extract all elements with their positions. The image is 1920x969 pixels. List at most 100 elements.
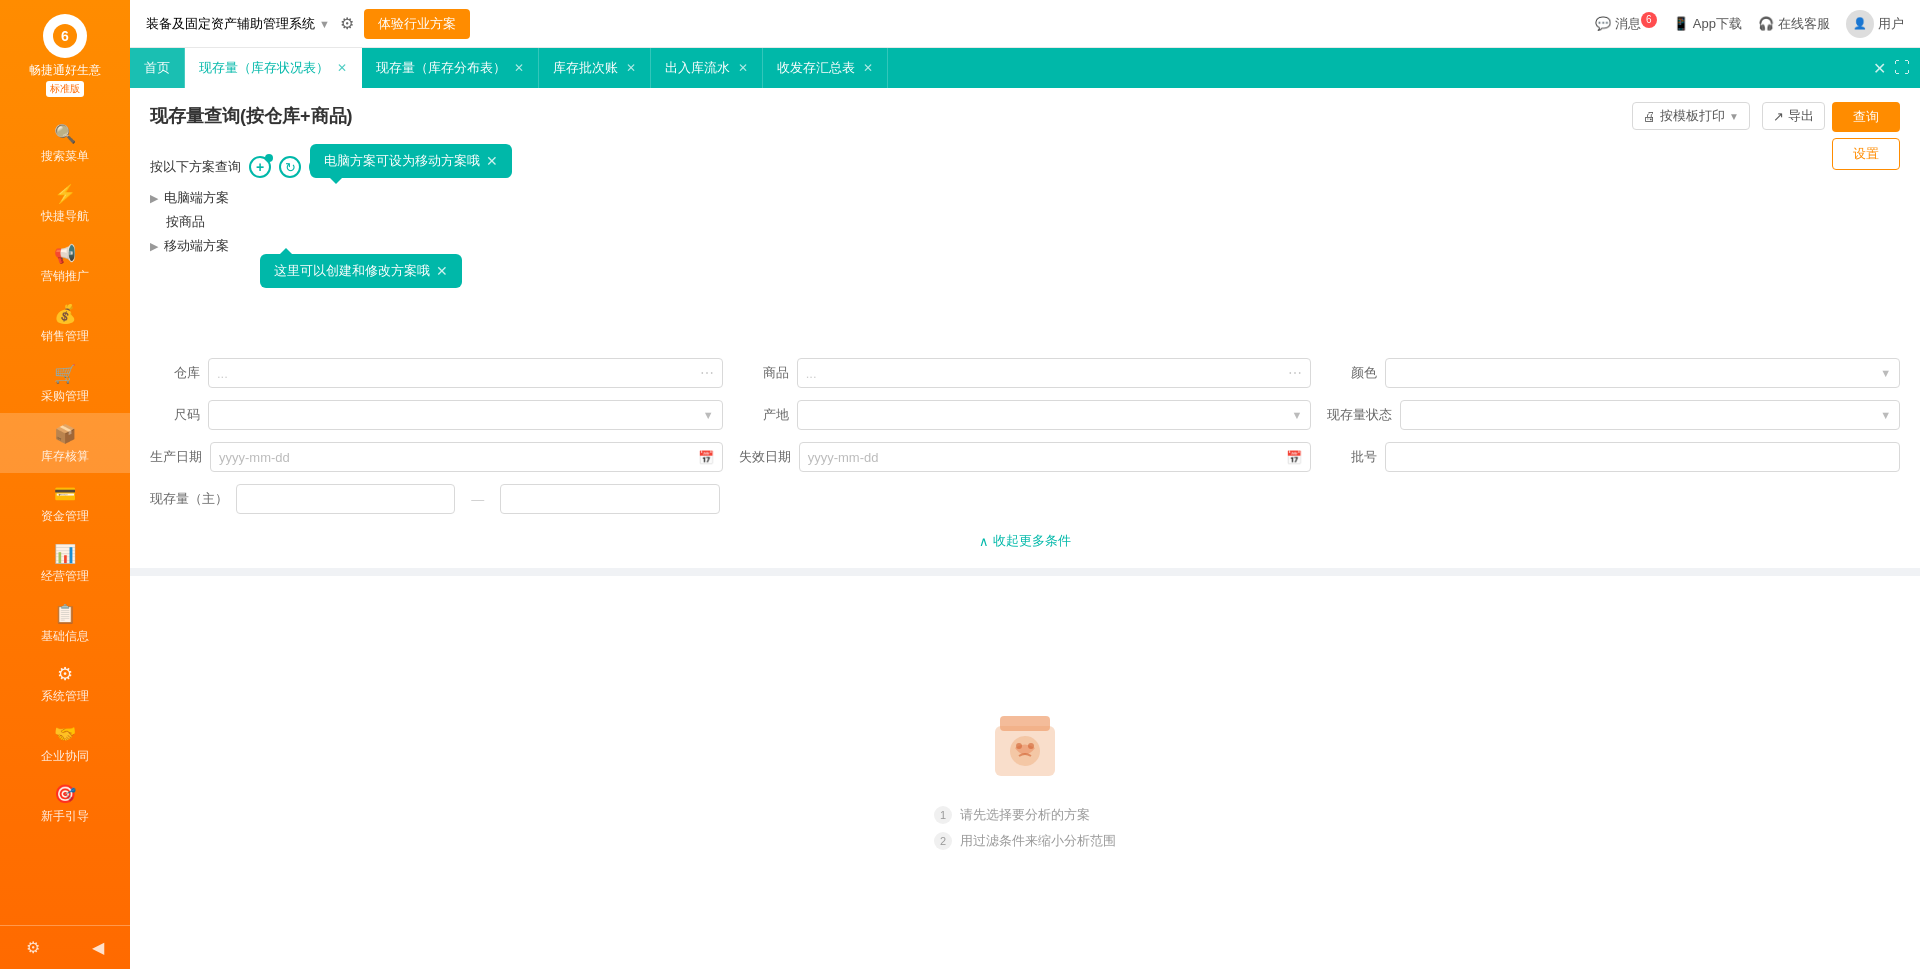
sidebar-item-quicknav[interactable]: ⚡ 快捷导航 xyxy=(0,173,130,233)
sidebar-item-guide[interactable]: 🎯 新手引导 xyxy=(0,773,130,833)
topbar: 装备及固定资产辅助管理系统 ▼ ⚙ 体验行业方案 💬 消息 6 📱 App下载 … xyxy=(130,0,1920,48)
sidebar-item-finance[interactable]: 💳 资金管理 xyxy=(0,473,130,533)
solution-button[interactable]: 体验行业方案 xyxy=(364,9,470,39)
sidebar-item-collab[interactable]: 🤝 企业协同 xyxy=(0,713,130,773)
product-value: ... xyxy=(806,366,817,381)
username-label: 用户 xyxy=(1878,15,1904,33)
sidebar-item-label: 快捷导航 xyxy=(41,208,89,225)
field-production-date: 生产日期 yyyy-mm-dd 📅 xyxy=(150,442,723,472)
reset-button[interactable]: 设置 xyxy=(1832,138,1900,170)
batch-input[interactable] xyxy=(1385,442,1900,472)
hint-num-2: 2 xyxy=(934,832,952,850)
collapse-icon[interactable]: ◀ xyxy=(92,938,104,957)
tabbar: 首页 现存量（库存状况表） ✕ 现存量（库存分布表） ✕ 库存批次账 ✕ 出入库… xyxy=(130,48,1920,88)
filter-fields: 仓库 ... ⋯ 商品 ... ⋯ 颜色 xyxy=(130,358,1920,568)
arrow-right-icon: ▶ xyxy=(150,192,158,205)
tab-inventory-status[interactable]: 现存量（库存状况表） ✕ xyxy=(185,48,362,88)
filter-row-4: 现存量（主） — xyxy=(150,484,1900,514)
expiry-date-label: 失效日期 xyxy=(739,448,791,466)
printer-icon: 🖨 xyxy=(1643,109,1656,124)
tab-home[interactable]: 首页 xyxy=(130,48,185,88)
scheme-group-desktop[interactable]: ▶ 电脑端方案 xyxy=(150,186,1900,210)
tab-close-icon[interactable]: ✕ xyxy=(337,61,347,75)
marketing-icon: 📢 xyxy=(54,243,76,265)
online-support-button[interactable]: 🎧 在线客服 xyxy=(1758,15,1830,33)
sidebar-item-marketing[interactable]: 📢 营销推广 xyxy=(0,233,130,293)
search-button[interactable]: 查询 xyxy=(1832,102,1900,132)
empty-hints: 1 请先选择要分析的方案 2 用过滤条件来缩小分析范围 xyxy=(934,806,1116,850)
dots-icon: ⋯ xyxy=(700,365,714,381)
tab-expand-icon[interactable]: ⛶ xyxy=(1894,59,1910,77)
export-label: 导出 xyxy=(1788,107,1814,125)
tab-inout-flow[interactable]: 出入库流水 ✕ xyxy=(651,48,763,88)
tab-batch[interactable]: 库存批次账 ✕ xyxy=(539,48,651,88)
svg-rect-3 xyxy=(1000,716,1050,731)
warehouse-value: ... xyxy=(217,366,228,381)
app-download-button[interactable]: 📱 App下载 xyxy=(1673,15,1742,33)
sidebar-item-sales[interactable]: 💰 销售管理 xyxy=(0,293,130,353)
tooltip-text: 电脑方案可设为移动方案哦 xyxy=(324,152,480,170)
batch-label: 批号 xyxy=(1327,448,1377,466)
notifications-button[interactable]: 💬 消息 6 xyxy=(1595,15,1657,33)
stock-status-select[interactable]: ▼ xyxy=(1400,400,1900,430)
field-batch: 批号 xyxy=(1327,442,1900,472)
app-badge: 标准版 xyxy=(46,81,84,97)
notification-icon: 💬 xyxy=(1595,16,1611,31)
scheme-tree: ▶ 电脑端方案 按商品 ▶ 移动端方案 xyxy=(150,186,1900,258)
settings-icon[interactable]: ⚙ xyxy=(26,938,40,957)
scheme-subitem: 按商品 xyxy=(150,210,1900,234)
svg-text:6: 6 xyxy=(61,28,69,44)
arrow-right-icon-mobile: ▶ xyxy=(150,240,158,253)
size-select[interactable]: ▼ xyxy=(208,400,723,430)
field-size: 尺码 ▼ xyxy=(150,400,723,430)
tooltip2-close-icon[interactable]: ✕ xyxy=(436,263,448,279)
expiry-date-input[interactable]: yyyy-mm-dd 📅 xyxy=(799,442,1312,472)
stock-qty-max-input[interactable] xyxy=(500,484,719,514)
filter-row-1: 仓库 ... ⋯ 商品 ... ⋯ 颜色 xyxy=(150,358,1900,388)
tooltip-close-icon[interactable]: ✕ xyxy=(486,153,498,169)
collapse-filter-button[interactable]: ∧ 收起更多条件 xyxy=(150,526,1900,562)
sidebar-item-basicinfo[interactable]: 📋 基础信息 xyxy=(0,593,130,653)
production-date-input[interactable]: yyyy-mm-dd 📅 xyxy=(210,442,723,472)
sidebar-item-system[interactable]: ⚙ 系统管理 xyxy=(0,653,130,713)
tab-close-icon[interactable]: ✕ xyxy=(514,61,524,75)
gear-icon[interactable]: ⚙ xyxy=(340,14,354,33)
range-separator: — xyxy=(463,492,492,507)
empty-hint-1: 1 请先选择要分析的方案 xyxy=(934,806,1116,824)
origin-select[interactable]: ▼ xyxy=(797,400,1312,430)
filter-sync-button[interactable]: ↻ xyxy=(279,156,301,178)
scheme-tooltip-1: 电脑方案可设为移动方案哦 ✕ xyxy=(310,144,512,178)
export-button[interactable]: ↗ 导出 xyxy=(1762,102,1825,130)
system-name: 装备及固定资产辅助管理系统 xyxy=(146,15,315,33)
topbar-right: 💬 消息 6 📱 App下载 🎧 在线客服 👤 用户 xyxy=(1595,10,1904,38)
tab-close-icon[interactable]: ✕ xyxy=(863,61,873,75)
filter-label-area: 按以下方案查询 + ↻ ← 电脑方案可设为移动方案哦 ✕ ▶ xyxy=(130,148,1920,258)
search-icon: 🔍 xyxy=(54,123,76,145)
user-menu[interactable]: 👤 用户 xyxy=(1846,10,1904,38)
date-placeholder-2: yyyy-mm-dd xyxy=(808,450,879,465)
color-select[interactable]: ▼ xyxy=(1385,358,1900,388)
page-content: 现存量查询(按仓库+商品) 🖨 按模板打印 ▼ ↗ 导出 ↻ 刷新 xyxy=(130,88,1920,969)
sidebar-item-label: 经营管理 xyxy=(41,568,89,585)
tab-summary[interactable]: 收发存汇总表 ✕ xyxy=(763,48,888,88)
scheme-item-by-product[interactable]: 按商品 xyxy=(166,210,1900,234)
origin-label: 产地 xyxy=(739,406,789,424)
highlight-indicator xyxy=(265,154,273,162)
sidebar-item-search[interactable]: 🔍 搜索菜单 xyxy=(0,113,130,173)
stock-qty-min-input[interactable] xyxy=(236,484,455,514)
field-product: 商品 ... ⋯ xyxy=(739,358,1312,388)
system-selector[interactable]: 装备及固定资产辅助管理系统 ▼ xyxy=(146,15,330,33)
tab-collapse-icon[interactable]: ✕ xyxy=(1873,59,1886,78)
product-select[interactable]: ... ⋯ xyxy=(797,358,1312,388)
sidebar-item-inventory[interactable]: 📦 库存核算 xyxy=(0,413,130,473)
sidebar-item-purchase[interactable]: 🛒 采购管理 xyxy=(0,353,130,413)
calendar-icon: 📅 xyxy=(698,450,714,465)
tooltip2-text: 这里可以创建和修改方案哦 xyxy=(274,262,430,280)
tab-close-icon[interactable]: ✕ xyxy=(738,61,748,75)
sidebar-item-business[interactable]: 📊 经营管理 xyxy=(0,533,130,593)
warehouse-select[interactable]: ... ⋯ xyxy=(208,358,723,388)
tab-close-icon[interactable]: ✕ xyxy=(626,61,636,75)
print-button[interactable]: 🖨 按模板打印 ▼ xyxy=(1632,102,1750,130)
tab-label: 现存量（库存状况表） xyxy=(199,59,329,77)
tab-inventory-dist[interactable]: 现存量（库存分布表） ✕ xyxy=(362,48,539,88)
